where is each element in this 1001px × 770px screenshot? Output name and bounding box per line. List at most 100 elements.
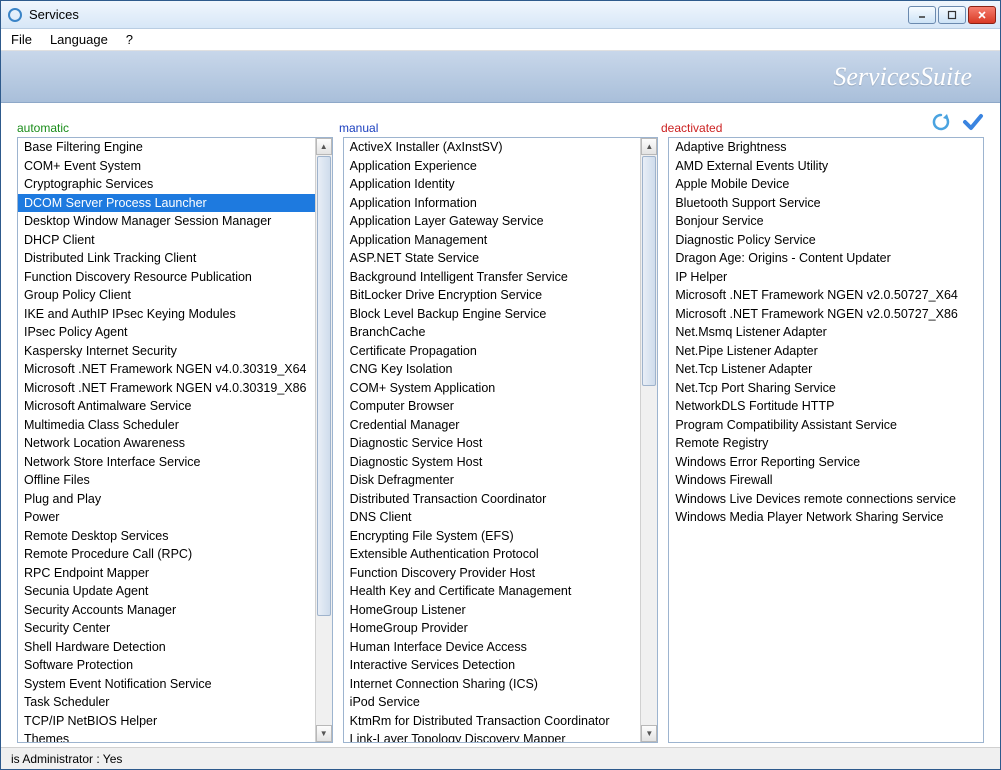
check-icon[interactable]: [962, 111, 984, 133]
list-item[interactable]: Shell Hardware Detection: [18, 638, 315, 657]
menu-file[interactable]: File: [11, 32, 32, 47]
list-item[interactable]: Apple Mobile Device: [669, 175, 983, 194]
list-item[interactable]: Cryptographic Services: [18, 175, 315, 194]
list-item[interactable]: Security Center: [18, 619, 315, 638]
list-item[interactable]: IP Helper: [669, 268, 983, 287]
list-item[interactable]: Encrypting File System (EFS): [344, 527, 641, 546]
list-item[interactable]: Group Policy Client: [18, 286, 315, 305]
list-item[interactable]: IPsec Policy Agent: [18, 323, 315, 342]
list-item[interactable]: Themes: [18, 730, 315, 742]
scrollbar-manual[interactable]: ▲ ▼: [640, 138, 657, 742]
refresh-icon[interactable]: [930, 111, 952, 133]
list-item[interactable]: COM+ System Application: [344, 379, 641, 398]
list-item[interactable]: Remote Procedure Call (RPC): [18, 545, 315, 564]
list-item[interactable]: Microsoft .NET Framework NGEN v2.0.50727…: [669, 286, 983, 305]
list-item[interactable]: Certificate Propagation: [344, 342, 641, 361]
list-item[interactable]: Software Protection: [18, 656, 315, 675]
menu-help[interactable]: ?: [126, 32, 133, 47]
list-item[interactable]: Microsoft .NET Framework NGEN v4.0.30319…: [18, 360, 315, 379]
scroll-down-icon[interactable]: ▼: [316, 725, 332, 742]
list-item[interactable]: Secunia Update Agent: [18, 582, 315, 601]
list-item[interactable]: Application Information: [344, 194, 641, 213]
list-item[interactable]: Net.Tcp Port Sharing Service: [669, 379, 983, 398]
list-item[interactable]: Windows Error Reporting Service: [669, 453, 983, 472]
list-item[interactable]: DHCP Client: [18, 231, 315, 250]
list-item[interactable]: Diagnostic Policy Service: [669, 231, 983, 250]
list-item[interactable]: Desktop Window Manager Session Manager: [18, 212, 315, 231]
list-item[interactable]: Dragon Age: Origins - Content Updater: [669, 249, 983, 268]
list-item[interactable]: KtmRm for Distributed Transaction Coordi…: [344, 712, 641, 731]
list-item[interactable]: ASP.NET State Service: [344, 249, 641, 268]
list-item[interactable]: Offline Files: [18, 471, 315, 490]
list-item[interactable]: Block Level Backup Engine Service: [344, 305, 641, 324]
scroll-thumb[interactable]: [642, 156, 656, 386]
list-item[interactable]: Microsoft .NET Framework NGEN v4.0.30319…: [18, 379, 315, 398]
list-item[interactable]: Human Interface Device Access: [344, 638, 641, 657]
list-item[interactable]: Windows Firewall: [669, 471, 983, 490]
listbox-deactivated[interactable]: Adaptive BrightnessAMD External Events U…: [668, 137, 984, 743]
maximize-button[interactable]: [938, 6, 966, 24]
list-item[interactable]: DCOM Server Process Launcher: [18, 194, 315, 213]
list-item[interactable]: Distributed Transaction Coordinator: [344, 490, 641, 509]
list-item[interactable]: TCP/IP NetBIOS Helper: [18, 712, 315, 731]
list-item[interactable]: Application Layer Gateway Service: [344, 212, 641, 231]
listbox-automatic[interactable]: Base Filtering EngineCOM+ Event SystemCr…: [17, 137, 333, 743]
list-item[interactable]: Credential Manager: [344, 416, 641, 435]
scrollbar-automatic[interactable]: ▲ ▼: [315, 138, 332, 742]
list-item[interactable]: Disk Defragmenter: [344, 471, 641, 490]
list-item[interactable]: Function Discovery Provider Host: [344, 564, 641, 583]
list-item[interactable]: Remote Registry: [669, 434, 983, 453]
list-item[interactable]: Application Identity: [344, 175, 641, 194]
list-item[interactable]: BitLocker Drive Encryption Service: [344, 286, 641, 305]
list-item[interactable]: Interactive Services Detection: [344, 656, 641, 675]
minimize-button[interactable]: [908, 6, 936, 24]
list-item[interactable]: Program Compatibility Assistant Service: [669, 416, 983, 435]
list-item[interactable]: Plug and Play: [18, 490, 315, 509]
list-item[interactable]: Security Accounts Manager: [18, 601, 315, 620]
list-item[interactable]: Distributed Link Tracking Client: [18, 249, 315, 268]
scroll-down-icon[interactable]: ▼: [641, 725, 657, 742]
list-item[interactable]: Base Filtering Engine: [18, 138, 315, 157]
list-item[interactable]: Adaptive Brightness: [669, 138, 983, 157]
list-item[interactable]: Power: [18, 508, 315, 527]
list-item[interactable]: ActiveX Installer (AxInstSV): [344, 138, 641, 157]
list-item[interactable]: Net.Pipe Listener Adapter: [669, 342, 983, 361]
list-item[interactable]: Task Scheduler: [18, 693, 315, 712]
list-item[interactable]: Network Location Awareness: [18, 434, 315, 453]
list-item[interactable]: Application Management: [344, 231, 641, 250]
list-item[interactable]: Diagnostic System Host: [344, 453, 641, 472]
list-item[interactable]: Link-Layer Topology Discovery Mapper: [344, 730, 641, 742]
list-item[interactable]: HomeGroup Listener: [344, 601, 641, 620]
list-item[interactable]: System Event Notification Service: [18, 675, 315, 694]
list-item[interactable]: Windows Media Player Network Sharing Ser…: [669, 508, 983, 527]
list-item[interactable]: Net.Tcp Listener Adapter: [669, 360, 983, 379]
list-item[interactable]: Internet Connection Sharing (ICS): [344, 675, 641, 694]
list-item[interactable]: Multimedia Class Scheduler: [18, 416, 315, 435]
list-item[interactable]: Bluetooth Support Service: [669, 194, 983, 213]
list-item[interactable]: Net.Msmq Listener Adapter: [669, 323, 983, 342]
list-item[interactable]: RPC Endpoint Mapper: [18, 564, 315, 583]
list-item[interactable]: Kaspersky Internet Security: [18, 342, 315, 361]
list-item[interactable]: BranchCache: [344, 323, 641, 342]
list-item[interactable]: Windows Live Devices remote connections …: [669, 490, 983, 509]
list-item[interactable]: Remote Desktop Services: [18, 527, 315, 546]
list-item[interactable]: COM+ Event System: [18, 157, 315, 176]
list-item[interactable]: Function Discovery Resource Publication: [18, 268, 315, 287]
list-item[interactable]: Diagnostic Service Host: [344, 434, 641, 453]
list-item[interactable]: iPod Service: [344, 693, 641, 712]
list-item[interactable]: Computer Browser: [344, 397, 641, 416]
close-button[interactable]: [968, 6, 996, 24]
list-item[interactable]: Application Experience: [344, 157, 641, 176]
list-item[interactable]: CNG Key Isolation: [344, 360, 641, 379]
list-item[interactable]: IKE and AuthIP IPsec Keying Modules: [18, 305, 315, 324]
list-item[interactable]: Bonjour Service: [669, 212, 983, 231]
scroll-up-icon[interactable]: ▲: [641, 138, 657, 155]
list-item[interactable]: NetworkDLS Fortitude HTTP: [669, 397, 983, 416]
scroll-up-icon[interactable]: ▲: [316, 138, 332, 155]
menu-language[interactable]: Language: [50, 32, 108, 47]
list-item[interactable]: DNS Client: [344, 508, 641, 527]
listbox-manual[interactable]: ActiveX Installer (AxInstSV)Application …: [343, 137, 659, 743]
list-item[interactable]: Background Intelligent Transfer Service: [344, 268, 641, 287]
list-item[interactable]: HomeGroup Provider: [344, 619, 641, 638]
list-item[interactable]: Microsoft Antimalware Service: [18, 397, 315, 416]
